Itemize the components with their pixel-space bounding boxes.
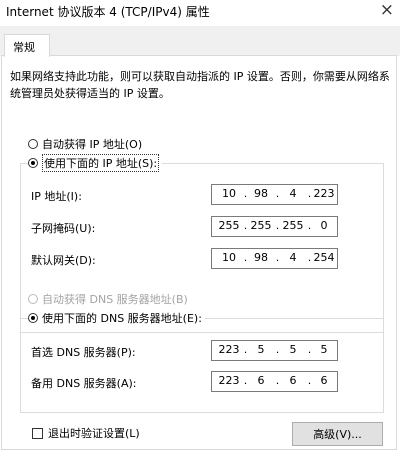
alternate-dns-label: 备用 DNS 服务器(A): — [31, 377, 137, 390]
manual-ip-radio[interactable]: 使用下面的 IP 地址(S): — [28, 154, 163, 172]
manual-dns-radio[interactable]: 使用下面的 DNS 服务器地址(E): — [28, 310, 205, 326]
default-gateway-label: 默认网关(D): — [31, 254, 96, 267]
advanced-button[interactable]: 高级(V)... — [292, 422, 383, 446]
default-gateway-input[interactable]: 10 . 98 . 4 . 254 — [211, 248, 338, 269]
ip-address-octet-2[interactable]: 98 — [248, 187, 274, 200]
default-gateway-octet-2[interactable]: 98 — [248, 251, 274, 264]
tab-general[interactable]: 常规 — [4, 34, 50, 57]
auto-ip-label: 自动获得 IP 地址(O) — [42, 138, 143, 151]
manual-ip-label: 使用下面的 IP 地址(S): — [42, 154, 160, 172]
tab-strip: 常规 — [0, 26, 400, 57]
description-text: 如果网络支持此功能，则可以获取自动指派的 IP 设置。否则，你需要从网络系统管理… — [10, 70, 390, 100]
manual-dns-label: 使用下面的 DNS 服务器地址(E): — [42, 312, 202, 325]
checkbox-icon — [32, 427, 43, 439]
auto-dns-radio[interactable]: 自动获得 DNS 服务器地址(B) — [28, 291, 191, 307]
auto-ip-radio[interactable]: 自动获得 IP 地址(O) — [28, 136, 146, 152]
radio-unchecked-icon — [28, 139, 38, 149]
validate-settings-checkbox[interactable]: 退出时验证设置(L) — [32, 425, 140, 441]
subnet-mask-input[interactable]: 255 . 255 . 255 . 0 — [211, 216, 338, 237]
tab-general-label: 常规 — [13, 41, 35, 54]
alternate-dns-octet-1[interactable]: 223 — [216, 374, 242, 387]
dns-settings-group: 首选 DNS 服务器(P): 223 . 5 . 5 . 5 备用 DNS 服务… — [20, 318, 384, 413]
subnet-mask-label: 子网掩码(U): — [31, 222, 96, 235]
auto-dns-label: 自动获得 DNS 服务器地址(B) — [42, 293, 188, 306]
alternate-dns-input[interactable]: 223 . 6 . 6 . 6 — [211, 371, 338, 392]
preferred-dns-octet-2[interactable]: 5 — [248, 343, 274, 356]
default-gateway-octet-3[interactable]: 4 — [280, 251, 306, 264]
preferred-dns-input[interactable]: 223 . 5 . 5 . 5 — [211, 340, 338, 361]
subnet-mask-octet-3[interactable]: 255 — [280, 219, 306, 232]
ip-address-octet-1[interactable]: 10 — [216, 187, 242, 200]
ip-settings-group: IP 地址(I): 10 . 98 . 4 . 223 子网掩码(U): 255… — [20, 163, 384, 333]
preferred-dns-label: 首选 DNS 服务器(P): — [31, 346, 136, 359]
radio-disabled-icon — [28, 294, 38, 304]
close-icon[interactable]: × — [380, 0, 394, 20]
default-gateway-octet-4[interactable]: 254 — [311, 251, 337, 264]
ip-address-input[interactable]: 10 . 98 . 4 . 223 — [211, 184, 338, 205]
subnet-mask-octet-2[interactable]: 255 — [248, 219, 274, 232]
radio-checked-icon — [28, 158, 38, 168]
alternate-dns-octet-2[interactable]: 6 — [248, 374, 274, 387]
window-title: Internet 协议版本 4 (TCP/IPv4) 属性 — [6, 5, 210, 19]
general-panel: 如果网络支持此功能，则可以获取自动指派的 IP 设置。否则，你需要从网络系统管理… — [1, 55, 397, 450]
subnet-mask-octet-4[interactable]: 0 — [311, 219, 337, 232]
title-bar: Internet 协议版本 4 (TCP/IPv4) 属性 × — [0, 0, 400, 26]
alternate-dns-octet-3[interactable]: 6 — [280, 374, 306, 387]
ip-address-octet-4[interactable]: 223 — [311, 187, 337, 200]
default-gateway-octet-1[interactable]: 10 — [216, 251, 242, 264]
preferred-dns-octet-1[interactable]: 223 — [216, 343, 242, 356]
validate-settings-label: 退出时验证设置(L) — [48, 427, 140, 440]
ip-address-octet-3[interactable]: 4 — [280, 187, 306, 200]
alternate-dns-octet-4[interactable]: 6 — [311, 374, 337, 387]
preferred-dns-octet-3[interactable]: 5 — [280, 343, 306, 356]
ip-address-label: IP 地址(I): — [31, 190, 82, 203]
subnet-mask-octet-1[interactable]: 255 — [216, 219, 242, 232]
radio-checked-icon — [28, 313, 38, 323]
preferred-dns-octet-4[interactable]: 5 — [311, 343, 337, 356]
